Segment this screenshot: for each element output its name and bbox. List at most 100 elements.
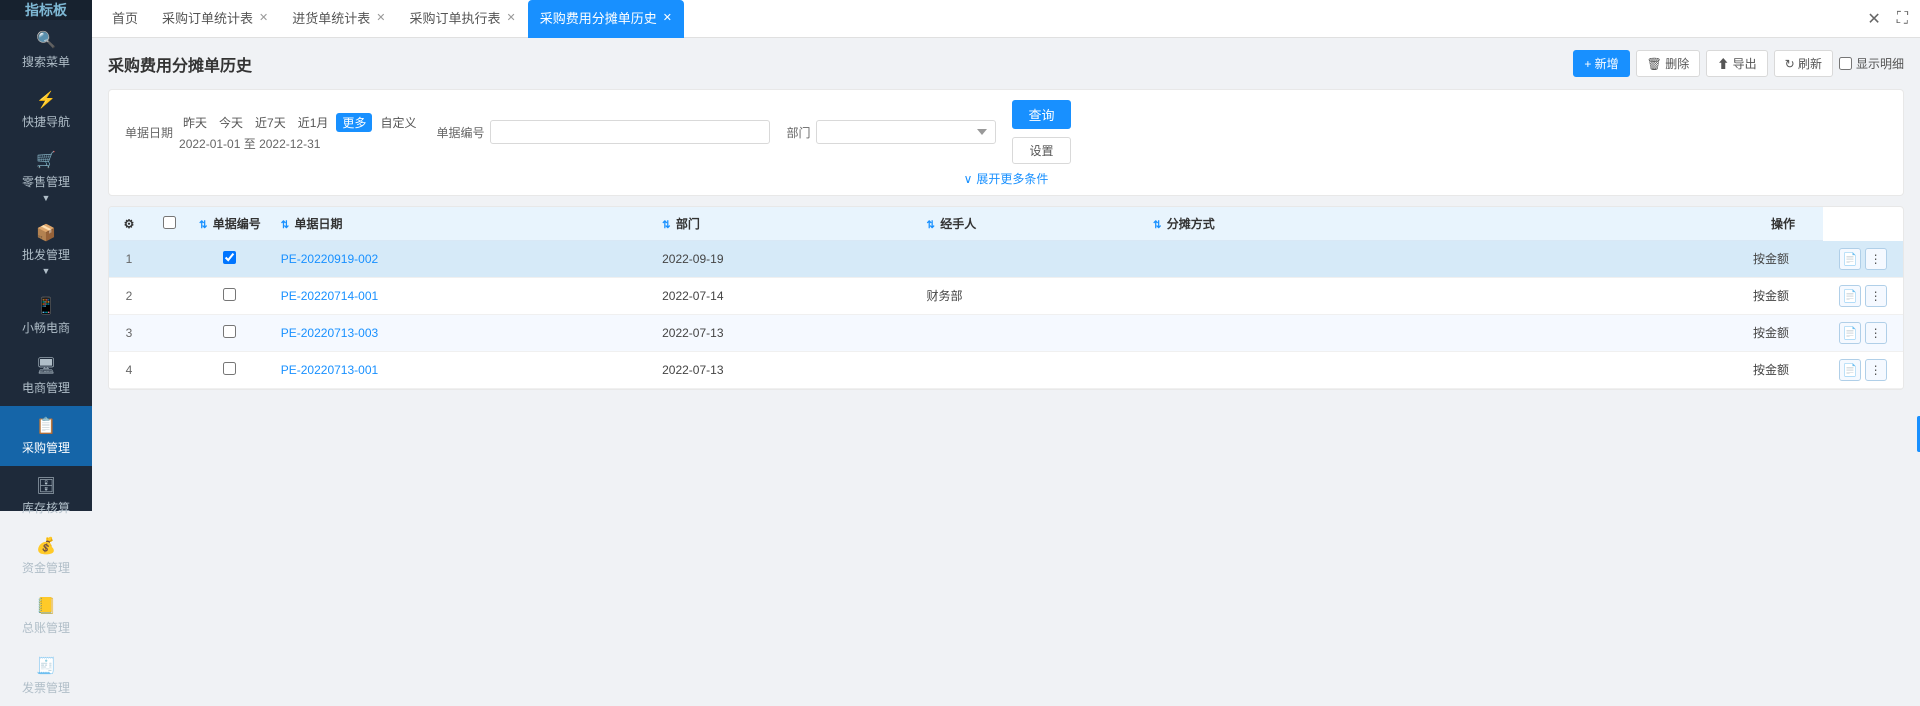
tab-home[interactable]: 首页 (100, 0, 150, 38)
finance-icon: 💰 (36, 536, 56, 556)
sidebar-item-search[interactable]: 🔍 搜索菜单 (0, 20, 92, 80)
expand-row: ∨ 展开更多条件 (125, 170, 1887, 187)
th-handler: ⇅ 经手人 (916, 207, 1143, 241)
sidebar-logo: 指标板 (0, 0, 92, 20)
row-checkbox[interactable] (223, 251, 236, 264)
tab-home-label: 首页 (112, 8, 138, 27)
edit-button[interactable]: 📄 (1839, 322, 1861, 344)
dept-select[interactable]: 财务部 (816, 120, 996, 144)
shortcut-7days[interactable]: 近7天 (251, 113, 290, 132)
tab-purchase-order-exec[interactable]: 采购订单执行表 ✕ (397, 0, 527, 38)
more-button[interactable]: ⋮ (1865, 359, 1887, 381)
td-handler (1143, 314, 1743, 351)
add-button[interactable]: + 新增 (1573, 50, 1629, 77)
gear-icon[interactable]: ⚙ (124, 217, 135, 231)
more-button[interactable]: ⋮ (1865, 322, 1887, 344)
fullscreen-button[interactable]: ⛶ (1893, 8, 1912, 30)
row-checkbox[interactable] (223, 288, 236, 301)
sidebar-item-retail[interactable]: 🛒 零售管理 ▼ (0, 140, 92, 213)
sidebar-item-ecom[interactable]: 🖥 电商管理 (0, 346, 92, 406)
search-icon: 🔍 (36, 30, 56, 50)
td-idx: 3 (109, 314, 149, 351)
table-header-row: ⚙ ⇅ 单据编号 ⇅ 单据日期 (109, 207, 1903, 241)
shortcut-yesterday[interactable]: 昨天 (179, 113, 211, 132)
td-action: 📄 ⋮ (1823, 241, 1903, 278)
main-area: 首页 采购订单统计表 ✕ 进货单统计表 ✕ 采购订单执行表 ✕ 采购费用分摊单历… (92, 0, 1920, 511)
td-split-method: 按金额 (1743, 351, 1823, 388)
td-gear (149, 277, 189, 314)
show-cols-checkbox[interactable] (1839, 57, 1852, 70)
more-button[interactable]: ⋮ (1865, 285, 1887, 307)
edit-button[interactable]: 📄 (1839, 285, 1861, 307)
td-action: 📄 ⋮ (1823, 277, 1903, 314)
td-date: 2022-09-19 (652, 241, 916, 278)
chevron-down-icon: ▼ (42, 193, 51, 203)
edit-button[interactable]: 📄 (1839, 359, 1861, 381)
chevron-down-icon: ∨ (964, 172, 973, 186)
sidebar-item-label: 发票管理 (22, 679, 70, 696)
sidebar-item-invoice[interactable]: 🧾 发票管理 (0, 646, 92, 706)
td-doc-no: PE-20220714-001 (271, 277, 652, 314)
close-icon[interactable]: ✕ (507, 11, 516, 24)
retail-icon: 🛒 (36, 150, 56, 170)
td-gear (149, 314, 189, 351)
delete-button[interactable]: 🗑 删除 (1636, 50, 1701, 77)
sidebar-item-finance[interactable]: 💰 资金管理 (0, 526, 92, 586)
sidebar-item-wholesale[interactable]: 📦 批发管理 ▼ (0, 213, 92, 286)
export-button[interactable]: ⬆ 导出 (1706, 50, 1767, 77)
sidebar-item-purchase[interactable]: 📋 采购管理 (0, 406, 92, 466)
th-dept: ⇅ 部门 (652, 207, 916, 241)
purchase-icon: 📋 (36, 416, 56, 436)
tab-purchase-receipt-stats[interactable]: 进货单统计表 ✕ (280, 0, 397, 38)
td-gear (149, 241, 189, 278)
expand-conditions-button[interactable]: ∨ 展开更多条件 (964, 170, 1049, 187)
sidebar-item-mobile[interactable]: 📱 小畅电商 (0, 286, 92, 346)
tab-purchase-order-stats[interactable]: 采购订单统计表 ✕ (150, 0, 280, 38)
row-checkbox[interactable] (223, 325, 236, 338)
doc-no-input[interactable] (490, 120, 770, 144)
sidebar-item-label: 电商管理 (22, 379, 70, 396)
doc-no-link[interactable]: PE-20220713-003 (281, 326, 378, 340)
sidebar-item-label: 零售管理 (22, 173, 70, 190)
ecom-icon: 🖥 (36, 356, 56, 376)
sidebar-item-ledger[interactable]: 📒 总账管理 (0, 586, 92, 646)
doc-no-link[interactable]: PE-20220713-001 (281, 363, 378, 377)
select-all-checkbox[interactable] (163, 216, 176, 229)
shortcut-1month[interactable]: 近1月 (294, 113, 333, 132)
shortcut-custom[interactable]: 自定义 (376, 113, 420, 132)
close-icon[interactable]: ✕ (259, 11, 268, 24)
settings-button[interactable]: 设置 (1012, 137, 1070, 164)
th-action: 操作 (1743, 207, 1823, 241)
sidebar-item-label: 资金管理 (22, 559, 70, 576)
close-icon[interactable]: ✕ (663, 11, 672, 24)
td-idx: 2 (109, 277, 149, 314)
edit-button[interactable]: 📄 (1839, 248, 1861, 270)
refresh-button[interactable]: ↻ 刷新 (1774, 50, 1833, 77)
date-shortcuts-group: 昨天 今天 近7天 近1月 更多 自定义 2022-01-01 至 2022-1… (179, 113, 420, 152)
td-split-method: 按金额 (1743, 277, 1823, 314)
td-date: 2022-07-13 (652, 351, 916, 388)
sidebar-item-inventory[interactable]: 🗄 库存核算 (0, 466, 92, 526)
td-doc-no: PE-20220713-001 (271, 351, 652, 388)
td-handler (1143, 277, 1743, 314)
invoice-icon: 🧾 (36, 656, 56, 676)
close-icon[interactable]: ✕ (376, 11, 385, 24)
sidebar-item-quick-nav[interactable]: ⚡ 快捷导航 (0, 80, 92, 140)
show-cols-toggle[interactable]: 显示明细 (1839, 55, 1904, 72)
td-dept (916, 314, 1143, 351)
tab-purchase-cost-history[interactable]: 采购费用分摊单历史 ✕ (528, 0, 684, 38)
row-checkbox[interactable] (223, 362, 236, 375)
shortcut-more[interactable]: 更多 (336, 113, 372, 132)
chevron-down-icon: ▼ (42, 266, 51, 276)
shortcut-today[interactable]: 今天 (215, 113, 247, 132)
td-action: 📄 ⋮ (1823, 351, 1903, 388)
query-button[interactable]: 查询 (1012, 100, 1070, 129)
tab-label: 采购订单统计表 (162, 8, 253, 27)
close-all-tabs-button[interactable]: ✕ (1863, 7, 1884, 31)
mobile-icon: 📱 (36, 296, 56, 316)
td-date: 2022-07-13 (652, 314, 916, 351)
doc-no-link[interactable]: PE-20220714-001 (281, 289, 378, 303)
tab-label: 采购费用分摊单历史 (540, 8, 657, 27)
doc-no-link[interactable]: PE-20220919-002 (281, 252, 378, 266)
more-button[interactable]: ⋮ (1865, 248, 1887, 270)
